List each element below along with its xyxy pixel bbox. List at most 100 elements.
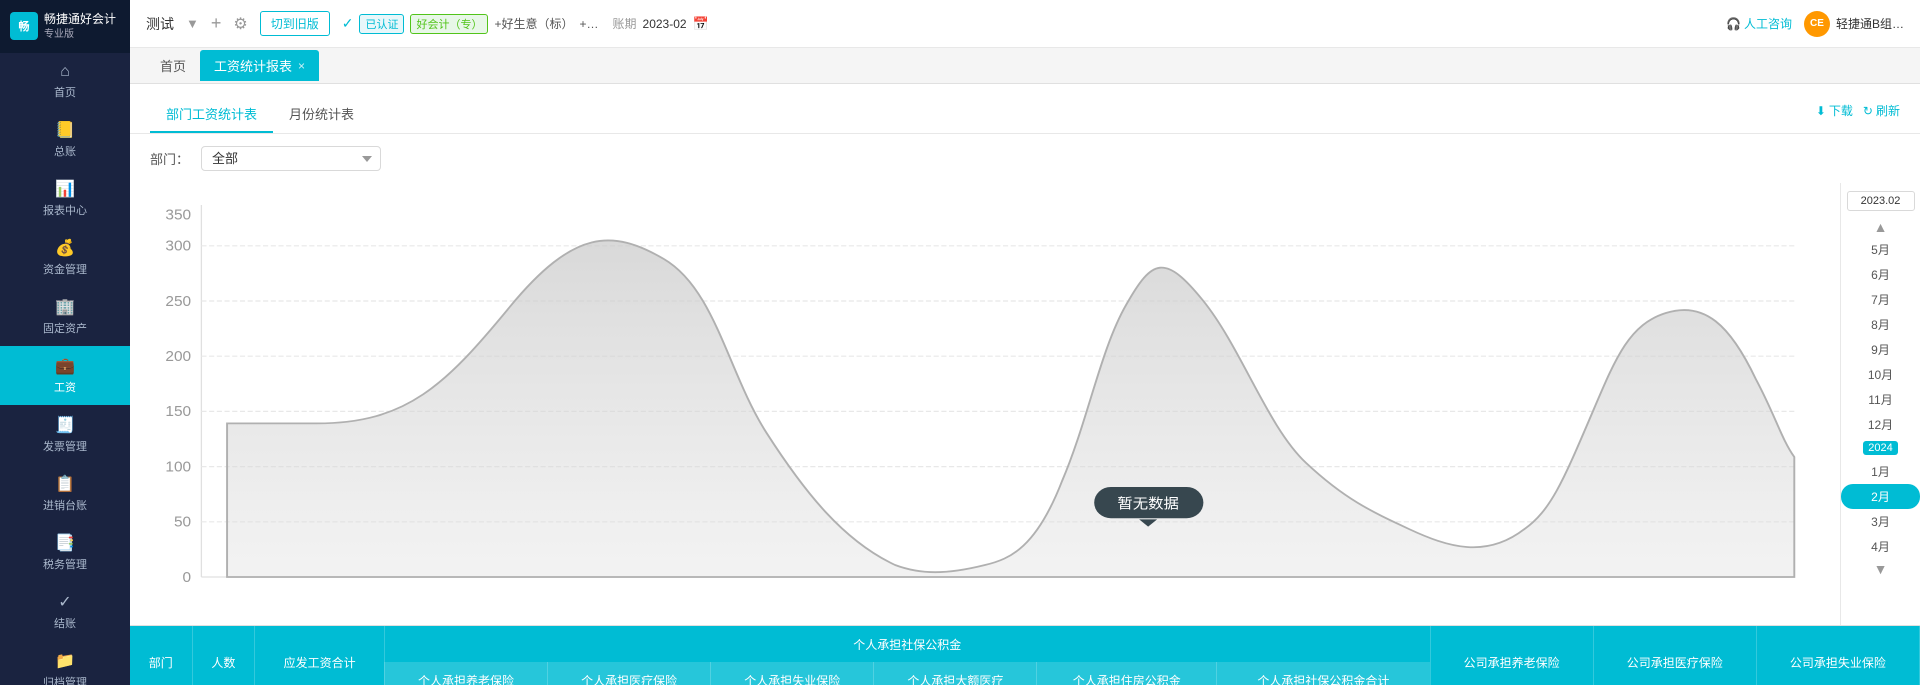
sales-icon: 📋: [55, 474, 75, 494]
bottom-table-wrapper: 部门 人数 应发工资合计 个人承担社保公积金 公司承担养老保险 公司承担医疗保险…: [130, 625, 1920, 685]
subtab-monthly[interactable]: 月份统计表: [273, 96, 370, 133]
col-ind-pension: 个人承担养老保险: [384, 662, 547, 685]
tabbar: 首页 工资统计报表 ×: [130, 48, 1920, 84]
tax-icon: 📑: [55, 533, 75, 553]
svg-text:200: 200: [165, 349, 191, 364]
switch-version-button[interactable]: 切到旧版: [260, 11, 330, 36]
subtabs: 部门工资统计表 月份统计表 ⬇ 下载 ↻ 刷新: [130, 84, 1920, 134]
month-3[interactable]: 3月: [1841, 509, 1920, 534]
filterbar: 部门： 全部 部门1 部门2: [130, 134, 1920, 183]
logo-text: 畅捷通好会计 专业版: [44, 12, 116, 41]
reports-icon: 📊: [55, 179, 75, 199]
username-label: 轻捷通B组…: [1836, 15, 1904, 32]
sidebar-item-ledger[interactable]: 📒 总账: [0, 110, 130, 169]
subtab-actions: ⬇ 下载 ↻ 刷新: [1816, 102, 1900, 127]
area-chart: 0 50 100 150 200 250 300 350: [150, 193, 1820, 625]
chart-main: 0 50 100 150 200 250 300 350: [130, 183, 1840, 625]
year-month-input[interactable]: [1847, 191, 1915, 211]
svg-text:250: 250: [165, 294, 191, 309]
month-12[interactable]: 12月: [1841, 412, 1920, 437]
tab-close-icon[interactable]: ×: [298, 59, 305, 73]
sidebar-item-archive[interactable]: 📁 归档管理: [0, 641, 130, 685]
svg-text:100: 100: [165, 460, 191, 475]
sidebar-item-reports[interactable]: 📊 报表中心: [0, 169, 130, 228]
dept-select[interactable]: 全部 部门1 部门2: [201, 146, 381, 171]
month-7[interactable]: 7月: [1841, 287, 1920, 312]
download-button[interactable]: ⬇ 下载: [1816, 102, 1853, 119]
product-badge2: +好生意（标）: [494, 15, 573, 32]
col-ind-total: 个人承担社保公积金合计: [1217, 662, 1430, 685]
svg-text:150: 150: [165, 405, 191, 420]
funds-icon: 💰: [55, 238, 75, 258]
col-company-pension: 公司承担养老保险: [1430, 626, 1593, 685]
refresh-icon: ↻: [1863, 104, 1873, 118]
product-badge1: 好会计（专）: [410, 14, 488, 34]
month-8[interactable]: 8月: [1841, 312, 1920, 337]
svg-text:350: 350: [165, 208, 191, 223]
avatar: CE: [1804, 11, 1830, 37]
sidebar-nav: ⌂ 首页 📒 总账 📊 报表中心 💰 资金管理 🏢 固定资产 💼 工资 🧾 发票…: [0, 53, 130, 685]
date-sidebar: ▲ 5月 6月 7月 8月 9月 10月 11月 12月 2024 1月 2月 …: [1840, 183, 1920, 625]
col-company-medical: 公司承担医疗保险: [1593, 626, 1756, 685]
col-total-salary: 应发工资合计: [255, 626, 385, 685]
subtab-dept[interactable]: 部门工资统计表: [150, 96, 273, 133]
month-1[interactable]: 1月: [1841, 459, 1920, 484]
topbar-dropdown-icon[interactable]: ▼: [186, 16, 199, 31]
app-logo: 畅 畅捷通好会计 专业版: [0, 0, 130, 53]
calendar-icon[interactable]: 📅: [693, 16, 709, 32]
year-2024-badge: 2024: [1863, 441, 1897, 455]
sidebar-item-sales[interactable]: 📋 进销台账: [0, 464, 130, 523]
chart-area: 0 50 100 150 200 250 300 350: [130, 183, 1920, 625]
payroll-table: 部门 人数 应发工资合计 个人承担社保公积金 公司承担养老保险 公司承担医疗保险…: [130, 626, 1920, 685]
svg-text:暂无数据: 暂无数据: [1117, 496, 1179, 512]
sidebar-item-funds[interactable]: 💰 资金管理: [0, 228, 130, 287]
month-9[interactable]: 9月: [1841, 337, 1920, 362]
page-content: 部门工资统计表 月份统计表 ⬇ 下载 ↻ 刷新 部门： 全部 部门1 部门2: [130, 84, 1920, 685]
archive-icon: 📁: [55, 651, 75, 671]
topbar-title: 测试: [146, 14, 174, 34]
assets-icon: 🏢: [55, 297, 75, 317]
date-up-button[interactable]: ▲: [1871, 217, 1891, 237]
help-button[interactable]: 🎧 人工咨询: [1726, 15, 1792, 32]
download-icon: ⬇: [1816, 104, 1826, 118]
ledger-icon: 📒: [55, 120, 75, 140]
month-4[interactable]: 4月: [1841, 534, 1920, 559]
topbar-info: ✓ 已认证 好会计（专） +好生意（标） +… 账期 2023-02 📅: [342, 14, 709, 34]
month-6[interactable]: 6月: [1841, 262, 1920, 287]
month-10[interactable]: 10月: [1841, 362, 1920, 387]
sidebar-item-tax[interactable]: 📑 税务管理: [0, 523, 130, 582]
svg-text:50: 50: [174, 515, 191, 530]
user-menu[interactable]: CE 轻捷通B组…: [1804, 11, 1904, 37]
refresh-button[interactable]: ↻ 刷新: [1863, 102, 1900, 119]
gear-icon[interactable]: ⚙: [233, 14, 247, 34]
logo-icon: 畅: [10, 12, 38, 40]
month-2-active[interactable]: 2月: [1841, 484, 1920, 509]
col-ind-unemployment: 个人承担失业保险: [711, 662, 874, 685]
sidebar-item-payroll[interactable]: 💼 工资: [0, 346, 130, 405]
sidebar-item-invoices[interactable]: 🧾 发票管理: [0, 405, 130, 464]
tab-payroll-report[interactable]: 工资统计报表 ×: [200, 50, 319, 81]
period-value: 2023-02: [643, 17, 687, 31]
month-11[interactable]: 11月: [1841, 387, 1920, 412]
add-icon[interactable]: +: [211, 13, 222, 34]
col-ind-medical: 个人承担医疗保险: [548, 662, 711, 685]
check-icon: ✓: [342, 15, 354, 32]
col-individual-group: 个人承担社保公积金: [384, 626, 1430, 662]
sidebar-item-assets[interactable]: 🏢 固定资产: [0, 287, 130, 346]
month-5[interactable]: 5月: [1841, 237, 1920, 262]
sidebar-item-close[interactable]: ✓ 结账: [0, 582, 130, 641]
date-down-button[interactable]: ▼: [1871, 559, 1891, 579]
invoices-icon: 🧾: [55, 415, 75, 435]
close-period-icon: ✓: [58, 592, 71, 612]
payroll-icon: 💼: [55, 356, 75, 376]
headset-icon: 🎧: [1726, 17, 1741, 31]
period-label: 账期: [613, 15, 637, 32]
tab-home[interactable]: 首页: [146, 50, 200, 81]
product-extra: +…: [580, 17, 599, 31]
col-dept: 部门: [130, 626, 192, 685]
col-ind-major-medical: 个人承担大额医疗: [874, 662, 1037, 685]
sidebar-item-home[interactable]: ⌂ 首页: [0, 53, 130, 110]
main-content: 测试 ▼ + ⚙ 切到旧版 ✓ 已认证 好会计（专） +好生意（标） +… 账期…: [130, 0, 1920, 685]
col-headcount: 人数: [192, 626, 255, 685]
col-company-unemployment: 公司承担失业保险: [1756, 626, 1919, 685]
